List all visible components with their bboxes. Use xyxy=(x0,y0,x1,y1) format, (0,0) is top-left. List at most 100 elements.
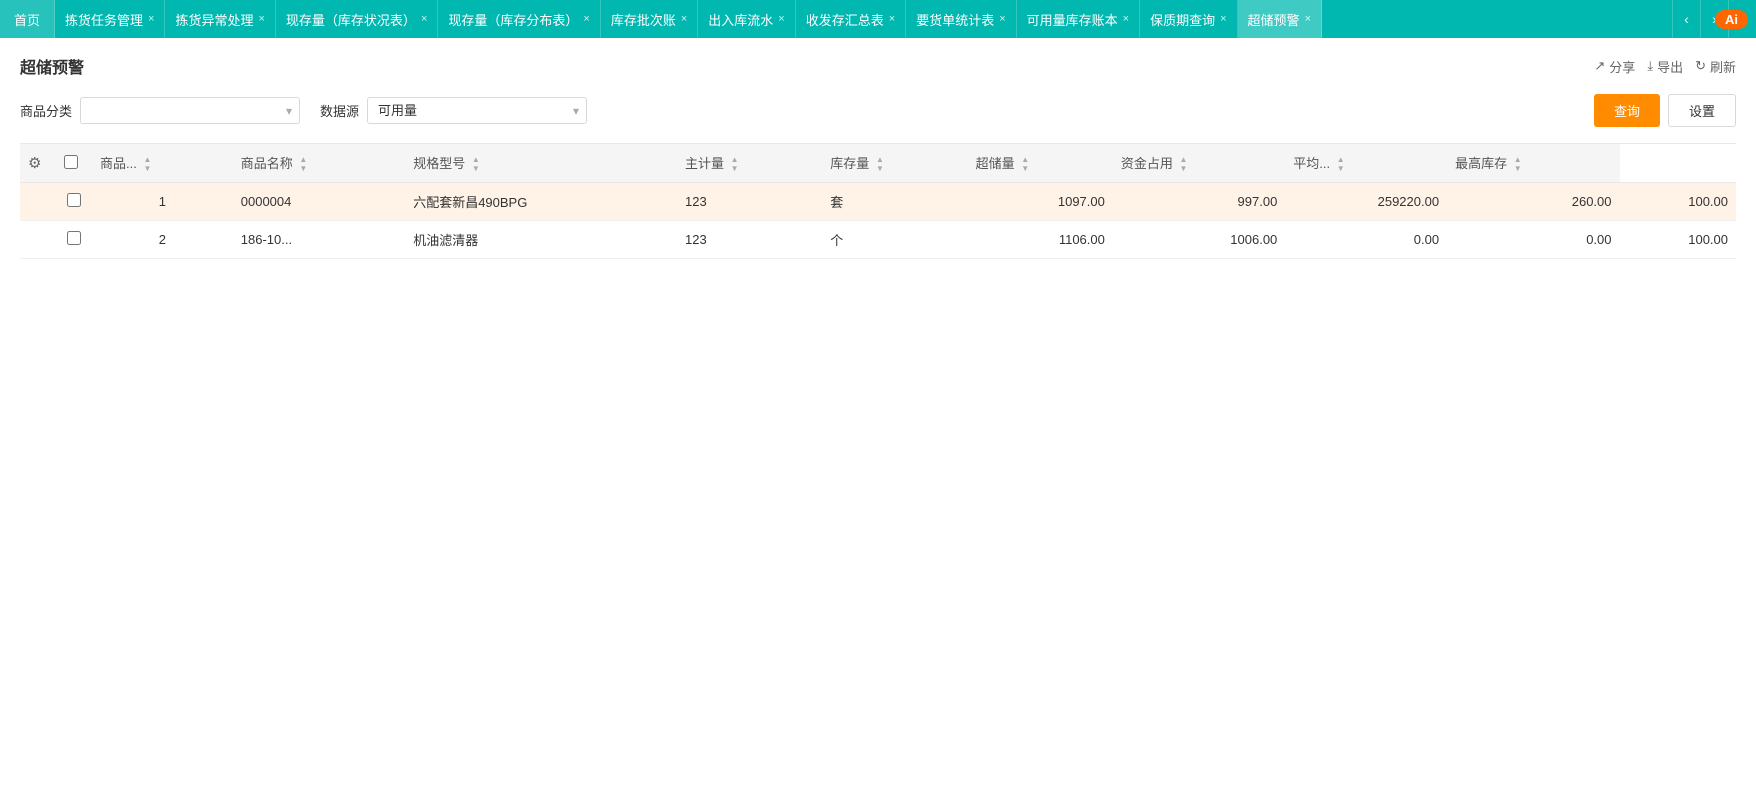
nav-bar: 首页拣货任务管理×拣货异常处理×现存量（库存状况表）×现存量（库存分布表）×库存… xyxy=(0,0,1756,38)
td-gear-2 xyxy=(20,221,56,259)
nav-tab-home[interactable]: 首页 xyxy=(0,0,55,38)
category-select-wrapper xyxy=(80,97,300,124)
td-spec-2: 123 xyxy=(677,221,822,259)
category-select[interactable] xyxy=(80,97,300,124)
close-tab-stock-dist[interactable]: × xyxy=(583,13,589,25)
share-icon: ↗ xyxy=(1594,58,1605,74)
filter-group-category: 商品分类 xyxy=(20,97,300,124)
export-label: 导出 xyxy=(1657,57,1683,76)
th-spec[interactable]: 规格型号 ▲▼ xyxy=(405,144,677,183)
th-unit-label: 主计量 xyxy=(685,156,724,171)
gear-icon[interactable]: ⚙ xyxy=(28,155,41,172)
table-row: 10000004六配套新昌490BPG123套1097.00997.002592… xyxy=(20,183,1736,221)
td-avg-2: 0.00 xyxy=(1447,221,1619,259)
close-tab-stock-status[interactable]: × xyxy=(421,13,427,25)
th-overstock-label: 超储量 xyxy=(976,156,1015,171)
sort-icon-product-code: ▲▼ xyxy=(143,156,151,174)
td-overstock-2: 1006.00 xyxy=(1113,221,1285,259)
td-index-2: 2 xyxy=(92,221,233,259)
export-icon: ⤓ xyxy=(1647,58,1653,74)
page-title: 超储预警 xyxy=(20,54,84,78)
nav-arrow-left[interactable]: ‹ xyxy=(1672,0,1700,38)
settings-button[interactable]: 设置 xyxy=(1668,94,1736,127)
td-product-code-1: 0000004 xyxy=(233,183,405,221)
th-avg-label: 平均... xyxy=(1293,156,1330,171)
th-overstock[interactable]: 超储量 ▲▼ xyxy=(968,144,1113,183)
td-max-stock-1: 100.00 xyxy=(1620,183,1737,221)
th-gear: ⚙ xyxy=(20,144,56,183)
th-unit[interactable]: 主计量 ▲▼ xyxy=(677,144,822,183)
td-unit-2: 个 xyxy=(822,221,967,259)
page-header: 超储预警 ↗ 分享 ⤓ 导出 ↻ 刷新 xyxy=(20,54,1736,78)
row-checkbox-1[interactable] xyxy=(67,193,81,207)
th-product-code[interactable]: 商品... ▲▼ xyxy=(92,144,233,183)
category-label: 商品分类 xyxy=(20,101,72,120)
header-actions: ↗ 分享 ⤓ 导出 ↻ 刷新 xyxy=(1594,57,1736,76)
nav-tab-inout-flow[interactable]: 出入库流水× xyxy=(698,0,795,38)
nav-tab-shelf-life[interactable]: 保质期查询× xyxy=(1140,0,1237,38)
nav-tab-pick-exception[interactable]: 拣货异常处理× xyxy=(165,0,275,38)
th-max-stock[interactable]: 最高库存 ▲▼ xyxy=(1447,144,1619,183)
export-button[interactable]: ⤓ 导出 xyxy=(1647,57,1683,76)
close-tab-pick-exception[interactable]: × xyxy=(258,13,264,25)
datasource-select-wrapper: 可用量 总量 xyxy=(367,97,587,124)
ai-badge[interactable]: Ai xyxy=(1715,10,1748,29)
filter-group-datasource: 数据源 可用量 总量 xyxy=(320,97,587,124)
td-product-name-1: 六配套新昌490BPG xyxy=(405,183,677,221)
close-tab-shelf-life[interactable]: × xyxy=(1220,13,1226,25)
table-row: 2186-10...机油滤清器123个1106.001006.000.000.0… xyxy=(20,221,1736,259)
sort-icon-unit: ▲▼ xyxy=(731,156,739,174)
select-all-checkbox[interactable] xyxy=(64,155,78,169)
nav-tab-overstock-alert[interactable]: 超储预警× xyxy=(1238,0,1322,38)
filter-row: 商品分类 数据源 可用量 总量 查询 设置 xyxy=(20,94,1736,127)
nav-tab-available-stock[interactable]: 可用量库存账本× xyxy=(1017,0,1140,38)
datasource-select[interactable]: 可用量 总量 xyxy=(367,97,587,124)
nav-tab-stock-status[interactable]: 现存量（库存状况表）× xyxy=(276,0,438,38)
td-gear-1 xyxy=(20,183,56,221)
datasource-label: 数据源 xyxy=(320,101,359,120)
th-spec-label: 规格型号 xyxy=(413,156,465,171)
close-tab-pick-task[interactable]: × xyxy=(148,13,154,25)
sort-icon-spec: ▲▼ xyxy=(472,156,480,174)
nav-tab-stock-dist[interactable]: 现存量（库存分布表）× xyxy=(438,0,600,38)
td-capital-usage-2: 0.00 xyxy=(1285,221,1447,259)
data-table: ⚙ 商品... ▲▼ 商品名称 ▲▼ 规格型号 ▲▼ 主计 xyxy=(20,143,1736,259)
th-checkbox xyxy=(56,144,92,183)
td-stock-2: 1106.00 xyxy=(968,221,1113,259)
refresh-button[interactable]: ↻ 刷新 xyxy=(1695,57,1736,76)
th-product-name[interactable]: 商品名称 ▲▼ xyxy=(233,144,405,183)
close-tab-inout-flow[interactable]: × xyxy=(778,13,784,25)
sort-icon-avg: ▲▼ xyxy=(1337,156,1345,174)
query-button[interactable]: 查询 xyxy=(1594,94,1660,127)
close-tab-overstock-alert[interactable]: × xyxy=(1305,13,1311,25)
close-tab-receive-summary[interactable]: × xyxy=(889,13,895,25)
table-header-row: ⚙ 商品... ▲▼ 商品名称 ▲▼ 规格型号 ▲▼ 主计 xyxy=(20,144,1736,183)
td-product-code-2: 186-10... xyxy=(233,221,405,259)
close-tab-available-stock[interactable]: × xyxy=(1123,13,1129,25)
filter-actions: 查询 设置 xyxy=(1594,94,1736,127)
th-product-name-label: 商品名称 xyxy=(241,156,293,171)
sort-icon-capital-usage: ▲▼ xyxy=(1180,156,1188,174)
td-max-stock-2: 100.00 xyxy=(1620,221,1737,259)
th-stock[interactable]: 库存量 ▲▼ xyxy=(822,144,967,183)
th-capital-usage[interactable]: 资金占用 ▲▼ xyxy=(1113,144,1285,183)
nav-tab-pick-task[interactable]: 拣货任务管理× xyxy=(55,0,165,38)
sort-icon-overstock: ▲▼ xyxy=(1021,156,1029,174)
close-tab-batch-account[interactable]: × xyxy=(681,13,687,25)
nav-tab-order-stats[interactable]: 要货单统计表× xyxy=(906,0,1016,38)
row-checkbox-2[interactable] xyxy=(67,231,81,245)
td-overstock-1: 997.00 xyxy=(1113,183,1285,221)
share-label: 分享 xyxy=(1609,57,1635,76)
th-stock-label: 库存量 xyxy=(830,156,869,171)
nav-tab-batch-account[interactable]: 库存批次账× xyxy=(601,0,698,38)
refresh-label: 刷新 xyxy=(1710,57,1736,76)
share-button[interactable]: ↗ 分享 xyxy=(1594,57,1635,76)
th-avg[interactable]: 平均... ▲▼ xyxy=(1285,144,1447,183)
nav-tab-receive-summary[interactable]: 收发存汇总表× xyxy=(796,0,906,38)
top-right-bar: Ai xyxy=(1715,0,1756,38)
td-index-1: 1 xyxy=(92,183,233,221)
td-stock-1: 1097.00 xyxy=(968,183,1113,221)
td-avg-1: 260.00 xyxy=(1447,183,1619,221)
sort-icon-product-name: ▲▼ xyxy=(299,156,307,174)
close-tab-order-stats[interactable]: × xyxy=(999,13,1005,25)
